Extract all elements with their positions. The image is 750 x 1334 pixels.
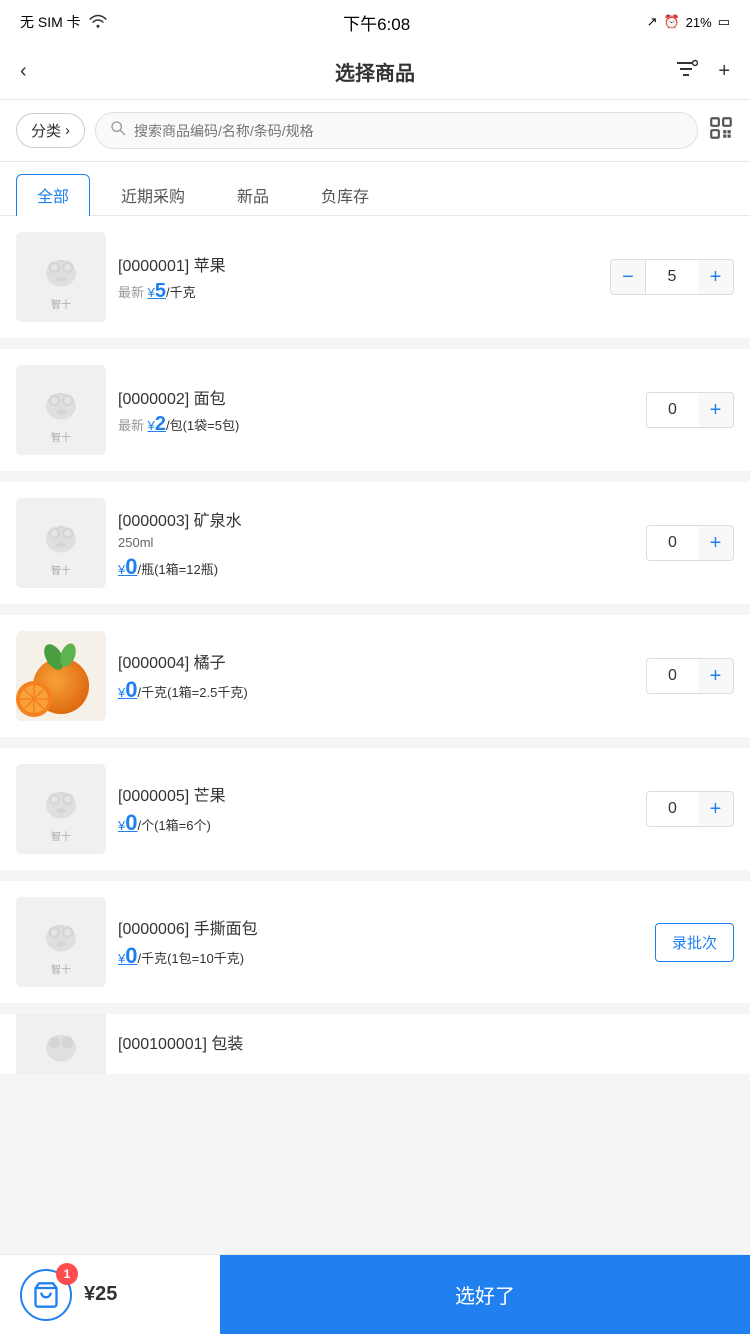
product-image [16, 1014, 106, 1074]
nav-right: + [674, 57, 730, 87]
product-image: 智十 [16, 365, 106, 455]
product-info: [0000005] 芒果 ¥0/个(1箱=6个) [118, 782, 634, 836]
product-name: [000100001] 包装 [118, 1030, 734, 1054]
quantity-control: + [646, 525, 734, 561]
alarm-icon: ⏰ [663, 14, 679, 30]
cart-section: 1 ¥25 [0, 1269, 220, 1321]
add-icon[interactable]: + [718, 60, 730, 83]
nav-bar: ‹ 选择商品 + [0, 44, 750, 100]
list-item: [000100001] 包装 [0, 1014, 750, 1074]
list-item: 智十 [0000001] 苹果 最新 ¥5/千克 − + [0, 216, 750, 338]
filter-bar: 分类 › [0, 100, 750, 162]
product-price: ¥0/千克(1包=10千克) [118, 943, 643, 969]
product-info: [0000002] 面包 最新 ¥2/包(1袋=5包) [118, 385, 634, 436]
product-price: 最新 ¥5/千克 [118, 280, 598, 303]
status-right: ↗ ⏰ 21% ▭ [647, 14, 730, 30]
placeholder-logo: 智十 [36, 776, 86, 843]
product-name: [0000002] 面包 [118, 385, 634, 409]
search-box [95, 112, 698, 149]
quantity-input[interactable] [646, 658, 698, 694]
tab-all[interactable]: 全部 [16, 174, 90, 216]
increase-button[interactable]: + [698, 791, 734, 827]
list-item: 智十 [0000002] 面包 最新 ¥2/包(1袋=5包) + [0, 349, 750, 471]
nav-left: ‹ [20, 60, 27, 83]
product-spec: 250ml [118, 535, 634, 550]
product-price: 最新 ¥2/包(1袋=5包) [118, 413, 634, 436]
quantity-input[interactable] [646, 259, 698, 295]
placeholder-logo: 智十 [36, 909, 86, 976]
cart-total: ¥25 [84, 1283, 117, 1306]
product-price: ¥0/瓶(1箱=12瓶) [118, 554, 634, 580]
cart-button[interactable]: 1 [20, 1269, 72, 1321]
bottom-bar: 1 ¥25 选好了 [0, 1254, 750, 1334]
status-time: 下午6:08 [343, 10, 410, 35]
increase-button[interactable]: + [698, 525, 734, 561]
product-info: [000100001] 包装 [118, 1030, 734, 1058]
tab-new[interactable]: 新品 [216, 174, 290, 215]
product-info: [0000006] 手撕面包 ¥0/千克(1包=10千克) [118, 915, 643, 969]
product-name: [0000003] 矿泉水 [118, 507, 634, 531]
tab-negative[interactable]: 负库存 [300, 174, 390, 215]
list-item: 智十 [0000005] 芒果 ¥0/个(1箱=6个) + [0, 748, 750, 870]
location-icon: ↗ [647, 14, 658, 30]
product-name: [0000005] 芒果 [118, 782, 634, 806]
placeholder-logo: 智十 [36, 244, 86, 311]
search-input[interactable] [134, 123, 683, 139]
scan-button[interactable] [708, 115, 734, 147]
placeholder-logo: 智十 [36, 377, 86, 444]
quantity-input[interactable] [646, 791, 698, 827]
product-price: ¥0/个(1箱=6个) [118, 810, 634, 836]
placeholder-logo: 智十 [36, 510, 86, 577]
product-image: 智十 [16, 897, 106, 987]
quantity-control: + [646, 658, 734, 694]
search-icon [110, 120, 126, 141]
product-image: 智十 [16, 498, 106, 588]
page-title: 选择商品 [335, 57, 415, 86]
cart-badge: 1 [56, 1263, 78, 1285]
chevron-right-icon: › [65, 122, 70, 139]
decrease-button[interactable]: − [610, 259, 646, 295]
battery-icon: ▭ [718, 14, 730, 30]
carrier-text: 无 SIM 卡 [20, 12, 81, 32]
list-item: [0000004] 橘子 ¥0/千克(1箱=2.5千克) + [0, 615, 750, 737]
battery-text: 21% [686, 15, 712, 30]
quantity-input[interactable] [646, 525, 698, 561]
product-list: 智十 [0000001] 苹果 最新 ¥5/千克 − + [0, 216, 750, 1155]
status-bar: 无 SIM 卡 下午6:08 ↗ ⏰ 21% ▭ [0, 0, 750, 44]
quantity-control: + [646, 791, 734, 827]
wifi-icon [89, 14, 107, 31]
product-image: 智十 [16, 232, 106, 322]
increase-button[interactable]: + [698, 392, 734, 428]
back-button[interactable]: ‹ [20, 60, 27, 83]
product-info: [0000004] 橘子 ¥0/千克(1箱=2.5千克) [118, 649, 634, 703]
product-image [16, 631, 106, 721]
product-name: [0000001] 苹果 [118, 252, 598, 276]
status-left: 无 SIM 卡 [20, 12, 107, 32]
product-name: [0000006] 手撕面包 [118, 915, 643, 939]
list-item: 智十 [0000003] 矿泉水 250ml ¥0/瓶(1箱=12瓶) + [0, 482, 750, 604]
tabs-bar: 全部 近期采购 新品 负库存 [0, 162, 750, 216]
increase-button[interactable]: + [698, 658, 734, 694]
quantity-control: − + [610, 259, 734, 295]
filter-icon[interactable] [674, 57, 698, 87]
list-item: 智十 [0000006] 手撕面包 ¥0/千克(1包=10千克) 录批次 [0, 881, 750, 1003]
product-price: ¥0/千克(1箱=2.5千克) [118, 677, 634, 703]
increase-button[interactable]: + [698, 259, 734, 295]
category-button[interactable]: 分类 › [16, 113, 85, 148]
tab-recent[interactable]: 近期采购 [100, 174, 206, 215]
product-info: [0000003] 矿泉水 250ml ¥0/瓶(1箱=12瓶) [118, 507, 634, 580]
quantity-input[interactable] [646, 392, 698, 428]
batch-button[interactable]: 录批次 [655, 923, 734, 962]
product-info: [0000001] 苹果 最新 ¥5/千克 [118, 252, 598, 303]
placeholder-logo [36, 1019, 86, 1069]
confirm-button[interactable]: 选好了 [220, 1255, 750, 1334]
product-name: [0000004] 橘子 [118, 649, 634, 673]
quantity-control: + [646, 392, 734, 428]
product-image: 智十 [16, 764, 106, 854]
